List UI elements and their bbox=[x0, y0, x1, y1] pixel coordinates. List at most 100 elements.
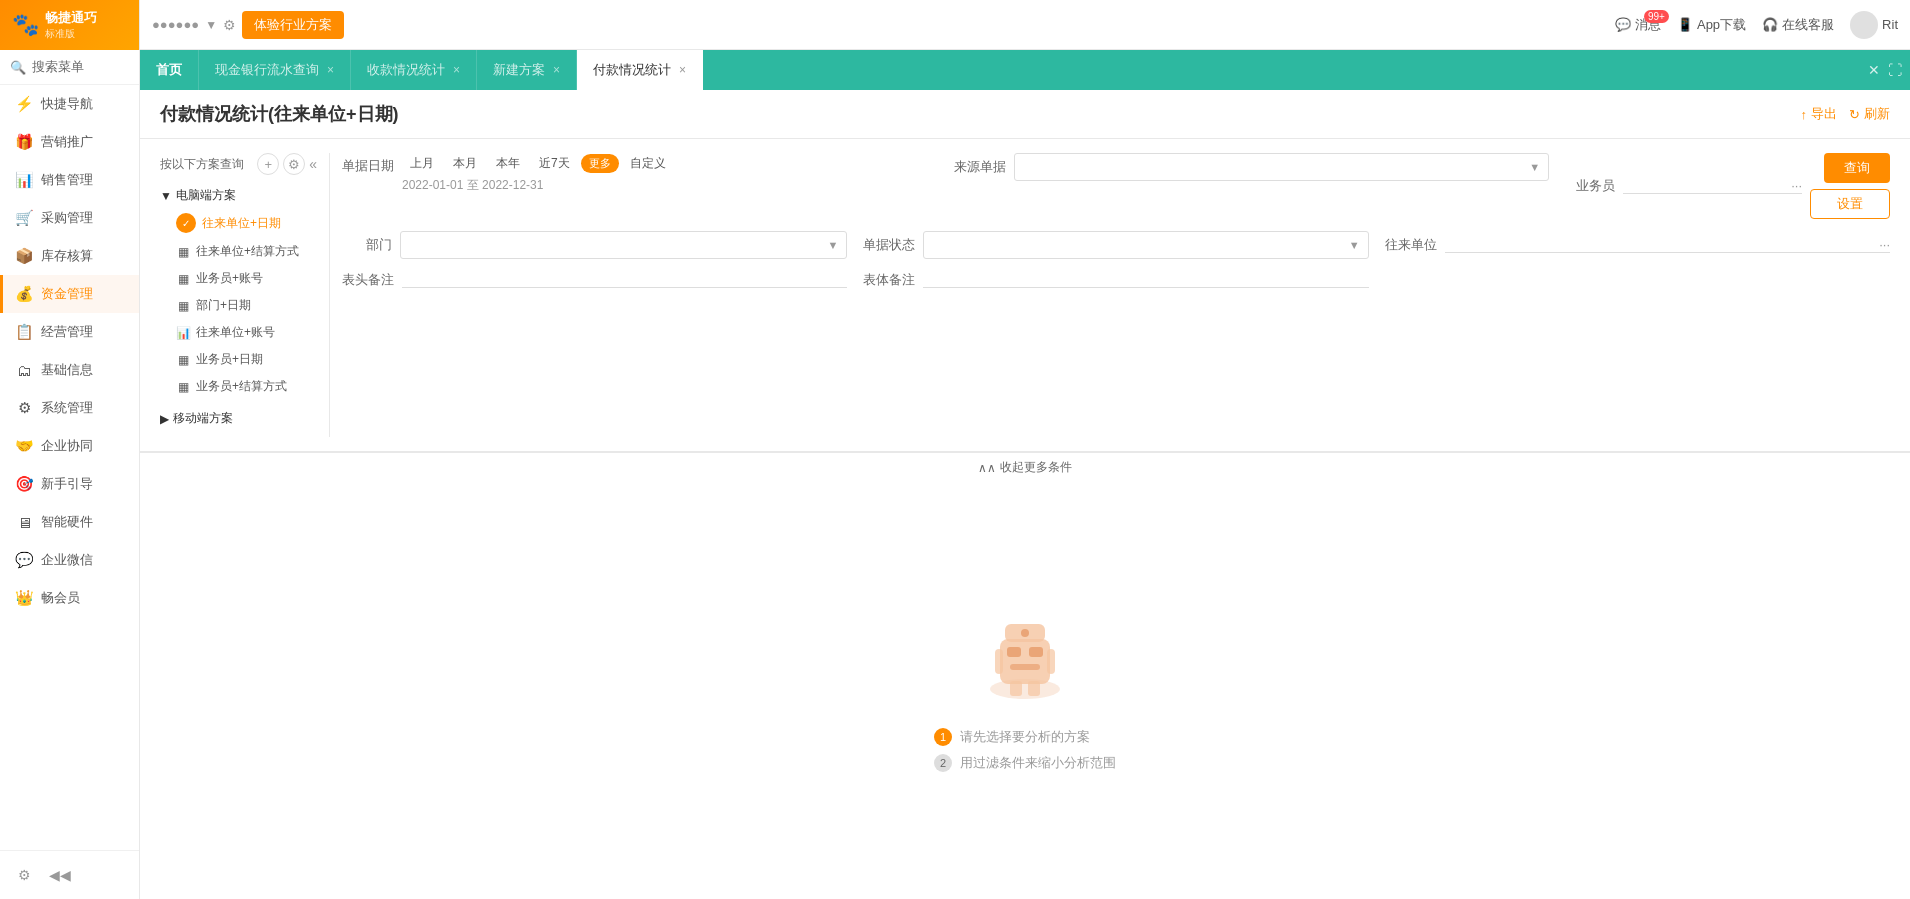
scheme-item-dept-date[interactable]: ▦ 部门+日期 bbox=[160, 292, 317, 319]
sidebar-item-marketing[interactable]: 🎁 营销推广 bbox=[0, 123, 139, 161]
filter-area: 按以下方案查询 + ⚙ « ▼ 电脑端方案 ✓ 往来单位+日期 bbox=[140, 139, 1910, 452]
date-btn-last-month[interactable]: 上月 bbox=[402, 153, 442, 174]
lightning-icon: ⚡ bbox=[15, 95, 33, 113]
date-btn-7days[interactable]: 近7天 bbox=[531, 153, 578, 174]
sidebar-item-label: 销售管理 bbox=[41, 171, 93, 189]
scheme-group-pc: ▼ 电脑端方案 ✓ 往来单位+日期 ▦ 往来单位+结算方式 ▦ 业务员+账号 bbox=[160, 183, 317, 400]
collapse-sidebar-btn[interactable]: ◀◀ bbox=[46, 861, 74, 889]
dept-select[interactable]: ▼ bbox=[400, 231, 847, 259]
topbar-dropdown-icon[interactable]: ▼ bbox=[205, 18, 217, 32]
sidebar-item-sales[interactable]: 📊 销售管理 bbox=[0, 161, 139, 199]
scheme-item-staff-date[interactable]: ▦ 业务员+日期 bbox=[160, 346, 317, 373]
scheme-group-mobile-title[interactable]: ▶ 移动端方案 bbox=[160, 406, 317, 431]
scheme-item-staff-account[interactable]: ▦ 业务员+账号 bbox=[160, 265, 317, 292]
status-filter-field: 单据状态 ▼ bbox=[863, 231, 1368, 259]
sidebar-item-operations[interactable]: 📋 经营管理 bbox=[0, 313, 139, 351]
tip-1-label: 请先选择要分析的方案 bbox=[960, 728, 1090, 746]
sidebar-item-wechat[interactable]: 💬 企业微信 bbox=[0, 541, 139, 579]
messages-icon: 💬 bbox=[1615, 17, 1631, 32]
scheme-item-unit-account[interactable]: 📊 往来单位+账号 bbox=[160, 319, 317, 346]
sidebar-logo: 🐾 bbox=[12, 12, 39, 38]
sidebar-nav: ⚡ 快捷导航 🎁 营销推广 📊 销售管理 🛒 采购管理 📦 库存核算 💰 资金管… bbox=[0, 85, 139, 850]
date-btn-custom[interactable]: 自定义 bbox=[622, 153, 674, 174]
sidebar-item-purchase[interactable]: 🛒 采购管理 bbox=[0, 199, 139, 237]
collapse-scheme-btn[interactable]: « bbox=[309, 156, 317, 172]
sidebar-search[interactable]: 🔍 搜索菜单 bbox=[0, 50, 139, 85]
close-all-tabs-btn[interactable]: ✕ bbox=[1868, 62, 1880, 78]
scheme-item-label: 往来单位+账号 bbox=[196, 324, 275, 341]
online-service-label: 在线客服 bbox=[1782, 16, 1834, 34]
sidebar-item-finance[interactable]: 💰 资金管理 bbox=[0, 275, 139, 313]
tip-num-2: 2 bbox=[934, 754, 952, 772]
sidebar-item-label: 快捷导航 bbox=[41, 95, 93, 113]
chevron-down-icon: ▼ bbox=[160, 189, 172, 203]
scheme-group-pc-title[interactable]: ▼ 电脑端方案 bbox=[160, 183, 317, 208]
sidebar-item-hardware[interactable]: 🖥 智能硬件 bbox=[0, 503, 139, 541]
body-note-input[interactable] bbox=[923, 272, 1368, 287]
online-service-btn[interactable]: 🎧 在线客服 bbox=[1762, 16, 1834, 34]
svg-rect-1 bbox=[1000, 639, 1050, 684]
related-unit-label: 往来单位 bbox=[1385, 236, 1437, 254]
empty-tip-2: 2 用过滤条件来缩小分析范围 bbox=[934, 754, 1116, 772]
dept-arrow: ▼ bbox=[827, 239, 838, 251]
scheme-item-unit-settle[interactable]: ▦ 往来单位+结算方式 bbox=[160, 238, 317, 265]
sidebar-item-system[interactable]: ⚙ 系统管理 bbox=[0, 389, 139, 427]
tab-new-scheme[interactable]: 新建方案 × bbox=[477, 50, 577, 90]
tab-bank-flow[interactable]: 现金银行流水查询 × bbox=[199, 50, 351, 90]
tab-payment-stats-close[interactable]: × bbox=[679, 63, 686, 77]
sidebar-item-cooperation[interactable]: 🤝 企业协同 bbox=[0, 427, 139, 465]
query-btn[interactable]: 查询 bbox=[1824, 153, 1890, 183]
service-icon: 🎧 bbox=[1762, 17, 1778, 32]
tab-bank-flow-close[interactable]: × bbox=[327, 63, 334, 77]
app-download-btn[interactable]: 📱 App下载 bbox=[1677, 16, 1746, 34]
related-unit-dots[interactable]: ··· bbox=[1879, 237, 1890, 252]
wechat-icon: 💬 bbox=[15, 551, 33, 569]
topbar-gear-icon[interactable]: ⚙ bbox=[223, 17, 236, 33]
svg-point-6 bbox=[1021, 629, 1029, 637]
refresh-btn[interactable]: ↻ 刷新 bbox=[1849, 105, 1890, 123]
svg-rect-2 bbox=[1007, 647, 1021, 657]
settings-footer-btn[interactable]: ⚙ bbox=[10, 861, 38, 889]
date-btns-row: 上月 本月 本年 近7天 更多 自定义 bbox=[402, 153, 674, 174]
tab-receipt-stats-close[interactable]: × bbox=[453, 63, 460, 77]
collapse-btn[interactable]: ∧∧ 收起更多条件 bbox=[978, 459, 1072, 476]
date-btn-more[interactable]: 更多 bbox=[581, 154, 619, 173]
tip-2-label: 用过滤条件来缩小分析范围 bbox=[960, 754, 1116, 772]
robot-svg bbox=[975, 609, 1075, 709]
trial-btn[interactable]: 体验行业方案 bbox=[242, 11, 344, 39]
export-btn[interactable]: ↑ 导出 bbox=[1801, 105, 1838, 123]
tab-payment-stats[interactable]: 付款情况统计 × bbox=[577, 50, 703, 90]
sidebar: 🐾 畅捷通巧 标准版 🔍 搜索菜单 ⚡ 快捷导航 🎁 营销推广 📊 销售管理 🛒… bbox=[0, 0, 140, 899]
maximize-btn[interactable]: ⛶ bbox=[1888, 62, 1902, 78]
sidebar-item-inventory[interactable]: 📦 库存核算 bbox=[0, 237, 139, 275]
salesperson-dots[interactable]: ··· bbox=[1791, 178, 1802, 193]
sidebar-item-member[interactable]: 👑 畅会员 bbox=[0, 579, 139, 617]
sidebar-item-basic-info[interactable]: 🗂 基础信息 bbox=[0, 351, 139, 389]
scheme-group-mobile: ▶ 移动端方案 bbox=[160, 406, 317, 431]
related-unit-filter-field: 往来单位 ··· bbox=[1385, 236, 1890, 254]
svg-rect-10 bbox=[1028, 681, 1040, 696]
settings-btn[interactable]: 设置 bbox=[1810, 189, 1890, 219]
date-btn-this-year[interactable]: 本年 bbox=[488, 153, 528, 174]
status-label: 单据状态 bbox=[863, 236, 915, 254]
sidebar-item-guide[interactable]: 🎯 新手引导 bbox=[0, 465, 139, 503]
add-scheme-btn[interactable]: + bbox=[257, 153, 279, 175]
messages-btn[interactable]: 💬 消息 99+ bbox=[1615, 16, 1661, 34]
tab-receipt-stats[interactable]: 收款情况统计 × bbox=[351, 50, 477, 90]
source-select[interactable]: ▼ bbox=[1014, 153, 1550, 181]
tab-home[interactable]: 首页 bbox=[140, 50, 199, 90]
date-btn-this-month[interactable]: 本月 bbox=[445, 153, 485, 174]
header-note-input[interactable] bbox=[402, 272, 847, 287]
sidebar-item-quick-nav[interactable]: ⚡ 快捷导航 bbox=[0, 85, 139, 123]
sidebar-item-label: 经营管理 bbox=[41, 323, 93, 341]
app-download-label: App下载 bbox=[1697, 16, 1746, 34]
scheme-item-staff-settle[interactable]: ▦ 业务员+结算方式 bbox=[160, 373, 317, 400]
tab-new-scheme-close[interactable]: × bbox=[553, 63, 560, 77]
status-select[interactable]: ▼ bbox=[923, 231, 1368, 259]
scheme-settings-btn[interactable]: ⚙ bbox=[283, 153, 305, 175]
user-avatar[interactable]: Rit bbox=[1850, 11, 1898, 39]
related-unit-input[interactable] bbox=[1445, 237, 1880, 252]
scheme-item-unit-date[interactable]: ✓ 往来单位+日期 bbox=[160, 208, 317, 238]
salesperson-input[interactable] bbox=[1623, 178, 1791, 193]
collapse-bar[interactable]: ∧∧ 收起更多条件 bbox=[140, 452, 1910, 482]
